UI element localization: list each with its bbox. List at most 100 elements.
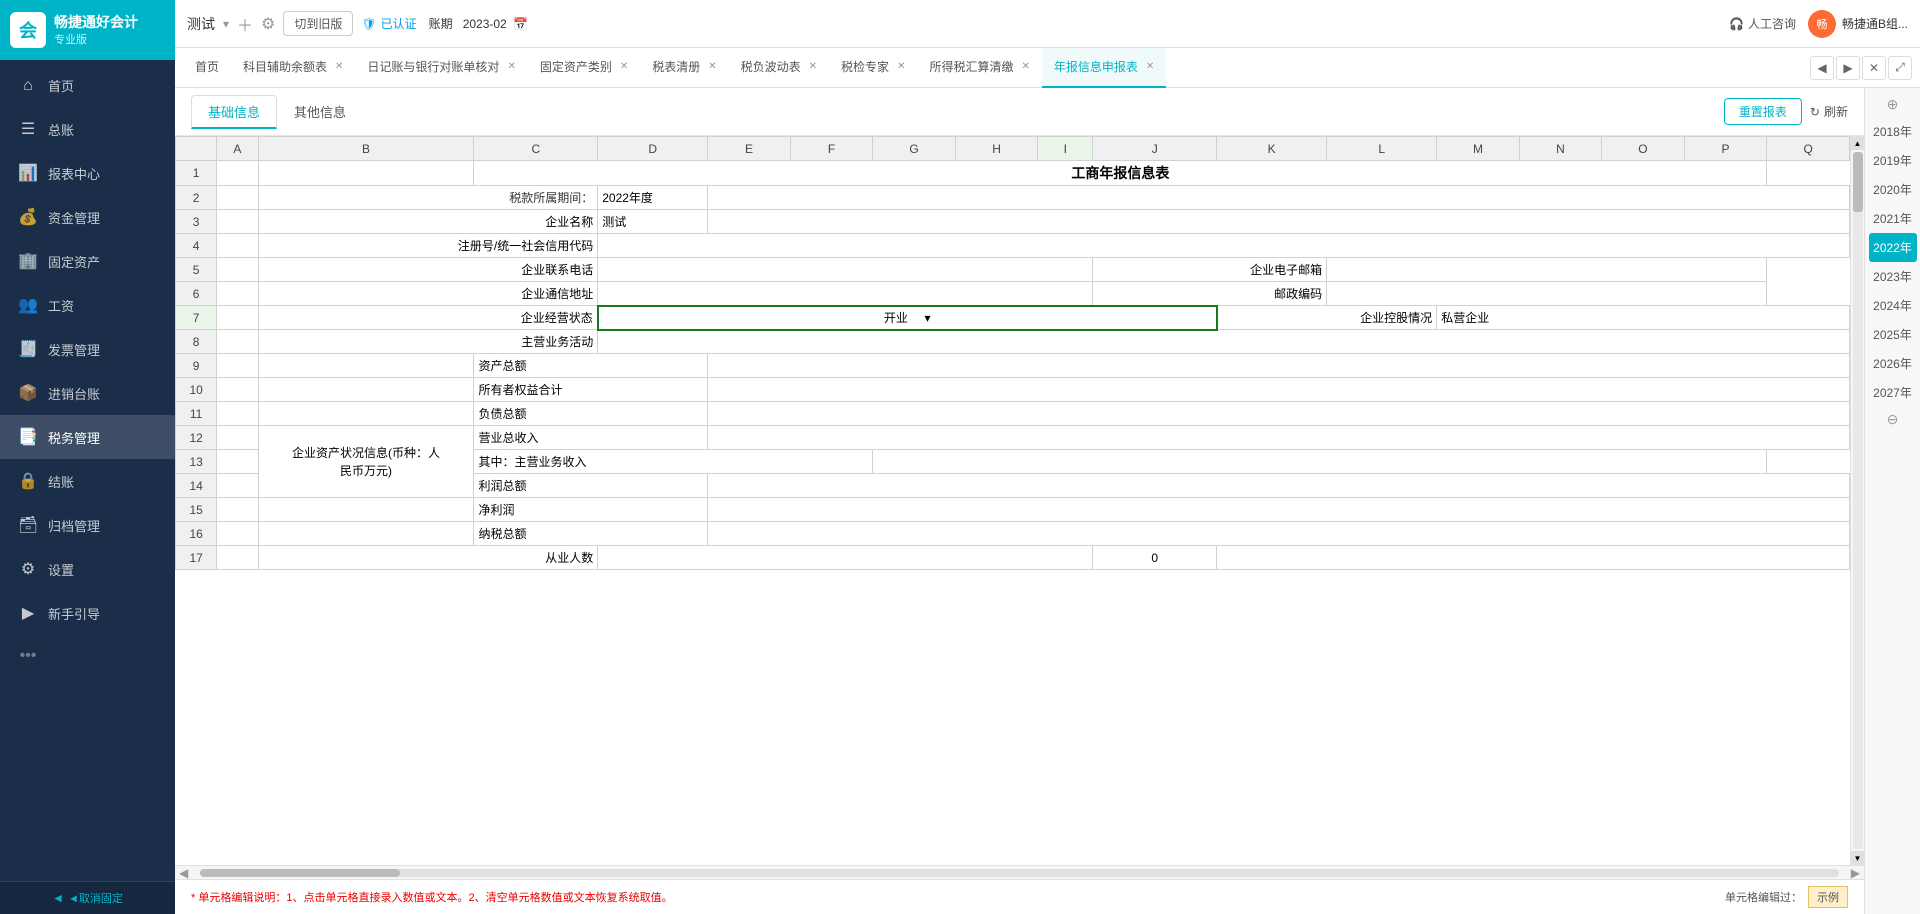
hscroll-right[interactable]: ▶ <box>1847 866 1864 880</box>
cell-4-a[interactable] <box>217 234 258 258</box>
cell-13-d[interactable]: 其中：主营业务收入 <box>474 450 873 474</box>
tab-home[interactable]: 首页 <box>183 48 231 88</box>
year-2027[interactable]: 2027年 <box>1869 378 1917 407</box>
tab-tax-form-close[interactable]: ✕ <box>708 61 716 72</box>
workspace-dropdown-icon[interactable]: ▾ <box>223 17 229 31</box>
tab-journal[interactable]: 日记账与银行对账单核对 ✕ <box>355 48 527 88</box>
cell-16-a[interactable] <box>217 522 258 546</box>
cell-7-a[interactable] <box>217 306 258 330</box>
cell-6-c[interactable] <box>598 282 1093 306</box>
cell-8-a[interactable] <box>217 330 258 354</box>
year-2021[interactable]: 2021年 <box>1869 204 1917 233</box>
sidebar-item-more[interactable]: ••• <box>0 635 175 677</box>
cell-12-a[interactable] <box>217 426 258 450</box>
year-2025[interactable]: 2025年 <box>1869 320 1917 349</box>
cell-9-c[interactable]: 资产总额 <box>474 354 708 378</box>
sidebar-item-payroll[interactable]: 👥 工资 <box>0 283 175 327</box>
year-2024[interactable]: 2024年 <box>1869 291 1917 320</box>
year-2018[interactable]: 2018年 <box>1869 117 1917 146</box>
year-2020[interactable]: 2020年 <box>1869 175 1917 204</box>
service-btn[interactable]: 🎧 人工咨询 <box>1729 15 1796 32</box>
workspace-settings-icon[interactable]: ⚙ <box>261 14 275 34</box>
year-2022[interactable]: 2022年 <box>1869 233 1917 262</box>
cell-15-c[interactable]: 净利润 <box>474 498 708 522</box>
cell-14-e[interactable] <box>708 474 1850 498</box>
cell-9-a[interactable] <box>217 354 258 378</box>
sidebar-item-close[interactable]: 🔒 结账 <box>0 459 175 503</box>
hscroll-thumb[interactable] <box>200 869 400 877</box>
cell-2-b[interactable]: 税款所属期间： <box>258 186 598 210</box>
cell-4-b[interactable]: 注册号/统一社会信用代码 <box>258 234 598 258</box>
cell-17-b[interactable]: 从业人数 <box>258 546 598 570</box>
cell-8-b[interactable]: 主营业务活动 <box>258 330 598 354</box>
sidebar-item-report[interactable]: 📊 报表中心 <box>0 151 175 195</box>
tab-prev-btn[interactable]: ◀ <box>1810 56 1834 80</box>
vertical-scrollbar[interactable]: ▲ ▼ <box>1850 136 1864 865</box>
cell-15-b[interactable] <box>258 498 474 522</box>
cell-11-c[interactable]: 负债总额 <box>474 402 708 426</box>
sidebar-item-settings[interactable]: ⚙ 设置 <box>0 547 175 591</box>
tab-journal-close[interactable]: ✕ <box>507 61 515 72</box>
tab-fixed-cat-close[interactable]: ✕ <box>620 61 628 72</box>
cell-16-e[interactable] <box>708 522 1850 546</box>
year-panel-down-btn[interactable]: ⊖ <box>1883 407 1903 432</box>
user-menu[interactable]: 畅 畅捷通B组... <box>1808 10 1908 38</box>
sidebar-item-ledger[interactable]: ☰ 总账 <box>0 107 175 151</box>
cell-11-b[interactable] <box>258 402 474 426</box>
sidebar-item-fund[interactable]: 💰 资金管理 <box>0 195 175 239</box>
sidebar-item-asset[interactable]: 🏢 固定资产 <box>0 239 175 283</box>
tab-expert-close[interactable]: ✕ <box>897 61 905 72</box>
cell-17-j[interactable]: 0 <box>1093 546 1217 570</box>
sub-tab-basic[interactable]: 基础信息 <box>191 95 277 129</box>
cell-14-c[interactable]: 利润总额 <box>474 474 708 498</box>
cell-2-c[interactable]: 2022年度 <box>598 186 708 210</box>
cell-4-c[interactable] <box>598 234 1850 258</box>
vscroll-thumb[interactable] <box>1853 152 1863 212</box>
cell-2-d[interactable] <box>708 186 1850 210</box>
vscroll-up-btn[interactable]: ▲ <box>1851 136 1865 150</box>
tab-expert[interactable]: 税检专家 ✕ <box>829 48 917 88</box>
sidebar-item-invoice[interactable]: 🧾 发票管理 <box>0 327 175 371</box>
tab-aux[interactable]: 科目辅助余额表 ✕ <box>231 48 355 88</box>
hscroll-left[interactable]: ◀ <box>175 866 192 880</box>
cell-7-l[interactable]: 私营企业 <box>1437 306 1850 330</box>
cell-10-c[interactable]: 所有者权益合计 <box>474 378 708 402</box>
cell-16-b[interactable] <box>258 522 474 546</box>
cell-13-h[interactable] <box>873 450 1767 474</box>
tab-expand-btn[interactable]: ⤢ <box>1888 56 1912 80</box>
tab-income-tax-close[interactable]: ✕ <box>1021 61 1029 72</box>
cell-13-a[interactable] <box>217 450 258 474</box>
year-2019[interactable]: 2019年 <box>1869 146 1917 175</box>
tab-fixed-cat[interactable]: 固定资产类别 ✕ <box>528 48 640 88</box>
sheet-scroll[interactable]: A B C D E F G H I J <box>175 136 1850 865</box>
sidebar-item-home[interactable]: ⌂ 首页 <box>0 64 175 107</box>
cell-12-c[interactable]: 营业总收入 <box>474 426 708 450</box>
horizontal-scrollbar[interactable]: ◀ ▶ <box>175 865 1864 879</box>
cell-5-j[interactable]: 企业电子邮箱 <box>1093 258 1327 282</box>
add-workspace-btn[interactable]: ＋ <box>237 12 253 36</box>
sub-tab-other[interactable]: 其他信息 <box>277 95 363 129</box>
cell-15-e[interactable] <box>708 498 1850 522</box>
cell-3-a[interactable] <box>217 210 258 234</box>
cell-16-c[interactable]: 纳税总额 <box>474 522 708 546</box>
sidebar-item-archive[interactable]: 🗃 归档管理 <box>0 503 175 547</box>
tab-income-tax[interactable]: 所得税汇算清缴 ✕ <box>917 48 1041 88</box>
cell-11-a[interactable] <box>217 402 258 426</box>
cell-10-a[interactable] <box>217 378 258 402</box>
cell-3-b[interactable]: 企业名称 <box>258 210 598 234</box>
tab-close-btn[interactable]: ✕ <box>1862 56 1886 80</box>
cell-9-e[interactable] <box>708 354 1850 378</box>
cell-1-c[interactable]: 工商年报信息表 <box>474 161 1767 186</box>
cell-2-a[interactable] <box>217 186 258 210</box>
cell-7-b[interactable]: 企业经营状态 <box>258 306 598 330</box>
sidebar-item-tax[interactable]: 📑 税务管理 <box>0 415 175 459</box>
cell-17-k[interactable] <box>1217 546 1850 570</box>
cell-10-e[interactable] <box>708 378 1850 402</box>
year-2026[interactable]: 2026年 <box>1869 349 1917 378</box>
cell-9-b[interactable] <box>258 354 474 378</box>
switch-old-version-btn[interactable]: 切到旧版 <box>283 11 353 36</box>
sidebar-item-inventory[interactable]: 📦 进销台账 <box>0 371 175 415</box>
reset-report-btn[interactable]: 重置报表 <box>1724 98 1802 125</box>
cell-11-e[interactable] <box>708 402 1850 426</box>
cell-5-b[interactable]: 企业联系电话 <box>258 258 598 282</box>
